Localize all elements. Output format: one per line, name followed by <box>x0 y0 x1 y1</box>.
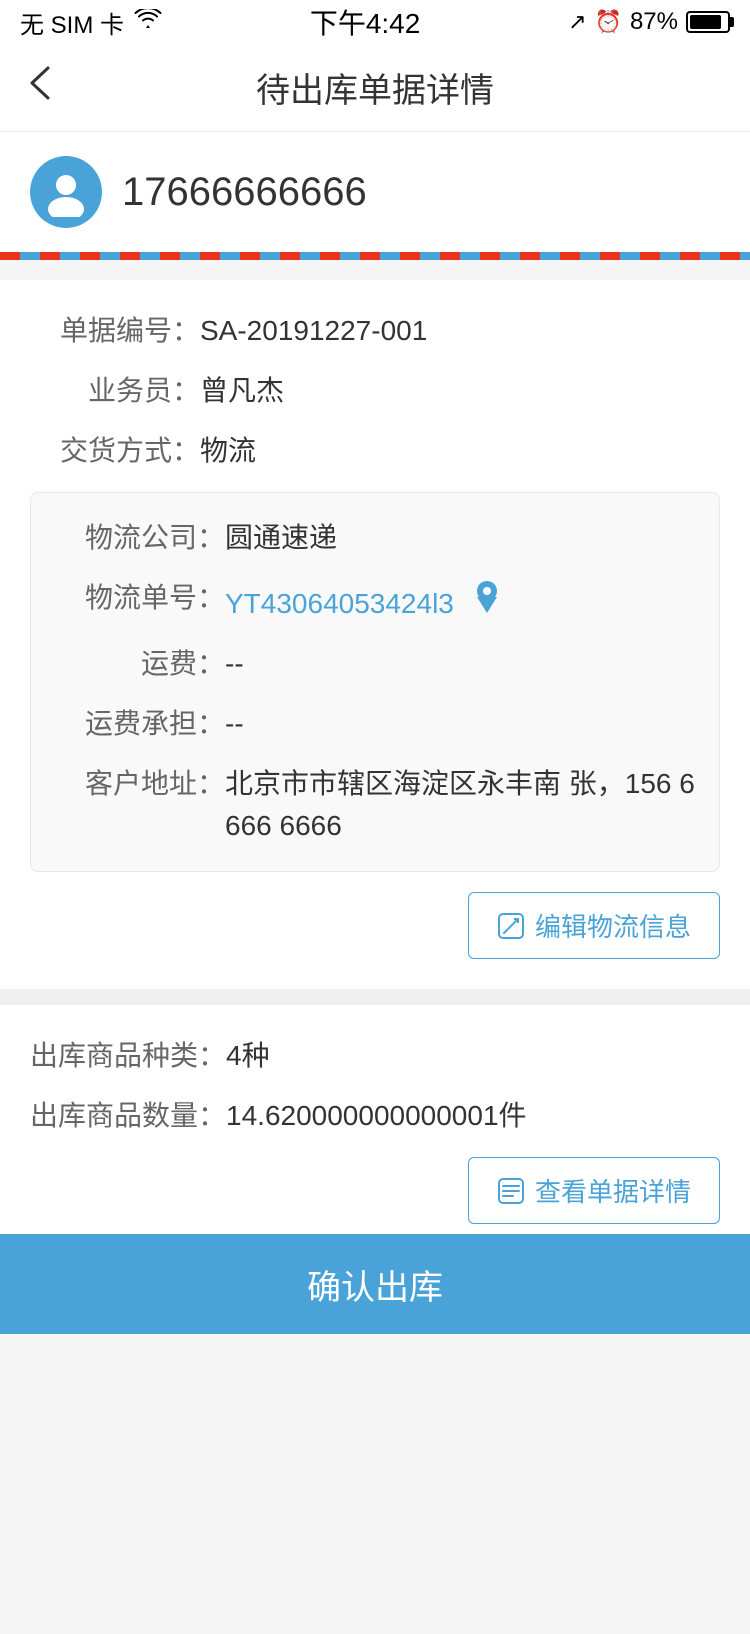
product-quantity-row: 出库商品数量： 14.620000000000001件 <box>30 1095 720 1137</box>
salesperson-value: 曾凡杰 <box>200 370 720 412</box>
address-row: 客户地址： 北京市市辖区海淀区永丰南 张，156 6666 6666 <box>55 763 695 847</box>
doc-number-row: 单据编号： SA-20191227-001 <box>30 310 720 352</box>
user-phone: 17666666666 <box>122 170 367 215</box>
freight-bearer-value: -- <box>225 703 695 745</box>
product-quantity-label: 出库商品数量： <box>30 1095 226 1137</box>
dashed-divider <box>0 252 750 260</box>
logistics-company-row: 物流公司： 圆通速递 <box>55 517 695 559</box>
freight-row: 运费： -- <box>55 643 695 685</box>
doc-number-label: 单据编号： <box>30 310 200 352</box>
alarm-icon: ⏰ <box>595 9 622 35</box>
address-value: 北京市市辖区海淀区永丰南 张，156 6666 6666 <box>225 763 695 847</box>
location-pin-icon[interactable] <box>472 588 502 619</box>
logistics-company-label: 物流公司： <box>55 517 225 559</box>
view-details-label: 查看单据详情 <box>535 1172 691 1209</box>
back-button[interactable] <box>28 64 50 111</box>
view-details-button[interactable]: 查看单据详情 <box>468 1157 720 1224</box>
freight-bearer-label: 运费承担： <box>55 703 225 745</box>
salesperson-row: 业务员： 曾凡杰 <box>30 370 720 412</box>
product-types-value: 4种 <box>226 1035 720 1077</box>
status-bar: 无 SIM 卡 下午4:42 ↗ ⏰ 87% <box>0 0 750 44</box>
freight-value: -- <box>225 643 695 685</box>
carrier-text: 无 SIM 卡 <box>20 5 124 40</box>
logistics-tracking-row: 物流单号： YT43064053424l3 <box>55 577 695 625</box>
document-info-section: 单据编号： SA-20191227-001 业务员： 曾凡杰 交货方式： 物流 … <box>0 280 750 989</box>
delivery-method-value: 物流 <box>200 430 720 472</box>
product-types-label: 出库商品种类： <box>30 1035 226 1077</box>
freight-bearer-row: 运费承担： -- <box>55 703 695 745</box>
status-carrier: 无 SIM 卡 <box>20 5 162 40</box>
logistics-tracking-label: 物流单号： <box>55 577 225 619</box>
product-quantity-value: 14.620000000000001件 <box>226 1095 720 1137</box>
status-time: 下午4:42 <box>310 2 421 42</box>
nav-bar: 待出库单据详情 <box>0 44 750 132</box>
logistics-company-value: 圆通速递 <box>225 517 695 559</box>
freight-label: 运费： <box>55 643 225 685</box>
avatar <box>30 156 102 228</box>
battery-percentage: 87% <box>630 8 678 36</box>
wifi-icon <box>134 8 162 36</box>
logistics-card: 物流公司： 圆通速递 物流单号： YT43064053424l3 <box>30 492 720 872</box>
edit-logistics-button[interactable]: 编辑物流信息 <box>468 892 720 959</box>
location-icon: ↗ <box>568 9 586 35</box>
address-label: 客户地址： <box>55 763 225 805</box>
delivery-method-row: 交货方式： 物流 <box>30 430 720 472</box>
section-divider <box>0 989 750 1005</box>
battery-icon <box>686 11 730 33</box>
confirm-outbound-button[interactable]: 确认出库 <box>0 1234 750 1334</box>
delivery-method-label: 交货方式： <box>30 430 200 472</box>
product-types-row: 出库商品种类： 4种 <box>30 1035 720 1077</box>
status-indicators: ↗ ⏰ 87% <box>568 8 730 36</box>
user-header: 17666666666 <box>0 132 750 252</box>
logistics-tracking-value: YT43064053424l3 <box>225 577 695 625</box>
bottom-container: 确认出库 <box>0 1234 750 1334</box>
confirm-outbound-label: 确认出库 <box>307 1260 443 1309</box>
doc-number-value: SA-20191227-001 <box>200 310 720 352</box>
page-title: 待出库单据详情 <box>256 63 494 112</box>
salesperson-label: 业务员： <box>30 370 200 412</box>
edit-logistics-label: 编辑物流信息 <box>535 907 691 944</box>
products-section: 出库商品种类： 4种 出库商品数量： 14.620000000000001件 查… <box>0 1005 750 1254</box>
view-btn-row: 查看单据详情 <box>30 1157 720 1224</box>
edit-btn-row: 编辑物流信息 <box>30 892 720 959</box>
